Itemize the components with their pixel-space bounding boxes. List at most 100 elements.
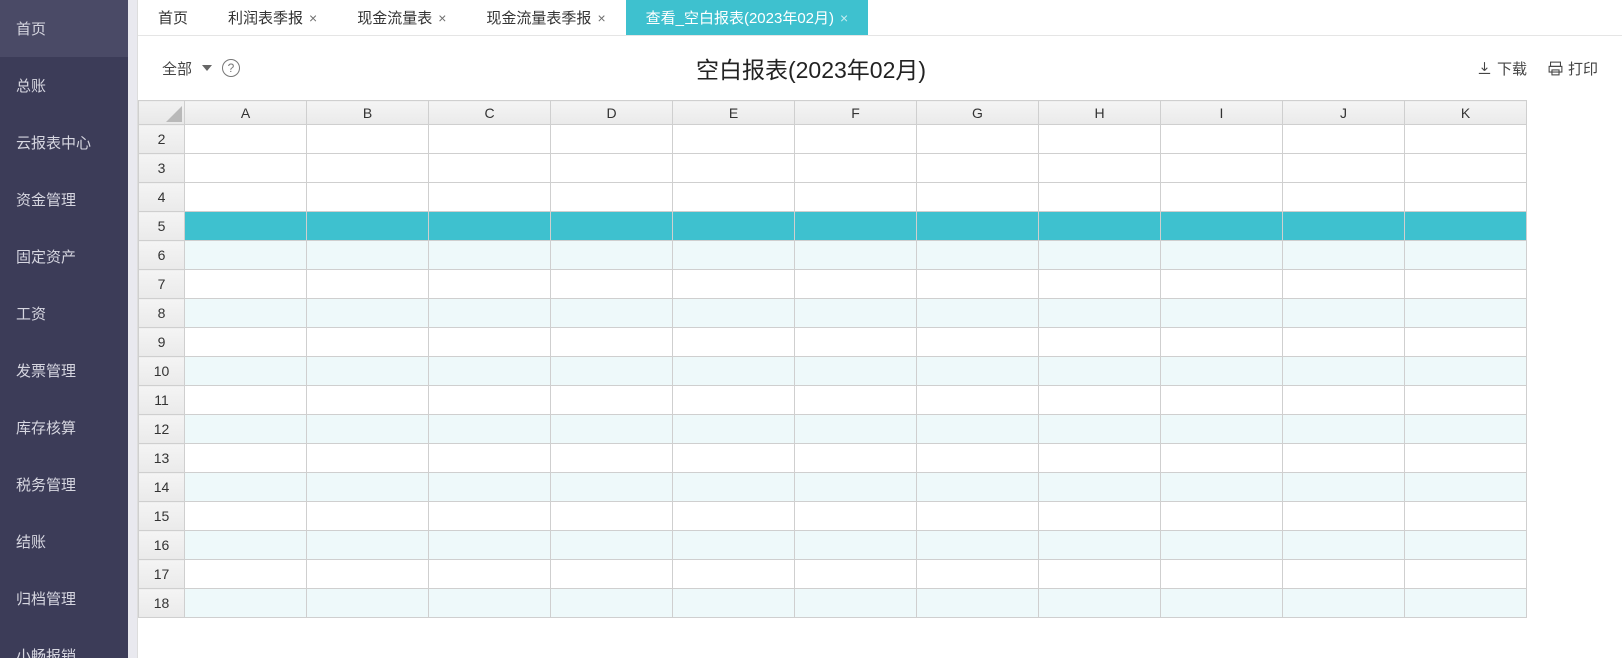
sidebar-item-payroll[interactable]: 工资 <box>0 285 128 342</box>
cell[interactable] <box>1039 270 1161 299</box>
sidebar-item-tax[interactable]: 税务管理 <box>0 456 128 513</box>
cell[interactable] <box>1283 386 1405 415</box>
cell[interactable] <box>673 531 795 560</box>
cell[interactable] <box>795 473 917 502</box>
sidebar-item-expense[interactable]: 小畅报销 <box>0 627 128 658</box>
cell[interactable] <box>1405 589 1527 618</box>
cell[interactable] <box>429 357 551 386</box>
sidebar-item-archive[interactable]: 归档管理 <box>0 570 128 627</box>
cell[interactable] <box>917 328 1039 357</box>
cell[interactable] <box>1283 125 1405 154</box>
cell[interactable] <box>429 299 551 328</box>
cell[interactable] <box>1161 560 1283 589</box>
row-header[interactable]: 14 <box>139 473 185 502</box>
cell[interactable] <box>429 125 551 154</box>
cell[interactable] <box>1405 270 1527 299</box>
cell[interactable] <box>795 589 917 618</box>
row-header[interactable]: 9 <box>139 328 185 357</box>
cell[interactable] <box>185 415 307 444</box>
cell[interactable] <box>1405 473 1527 502</box>
cell[interactable] <box>551 241 673 270</box>
cell[interactable] <box>429 502 551 531</box>
column-header[interactable]: K <box>1405 101 1527 125</box>
close-icon[interactable]: × <box>840 10 848 26</box>
cell[interactable] <box>429 154 551 183</box>
row-header[interactable]: 6 <box>139 241 185 270</box>
cell[interactable] <box>917 357 1039 386</box>
cell[interactable] <box>673 212 795 241</box>
row-header[interactable]: 8 <box>139 299 185 328</box>
cell[interactable] <box>551 502 673 531</box>
close-icon[interactable]: × <box>597 10 605 26</box>
cell[interactable] <box>795 531 917 560</box>
sidebar-item-home[interactable]: 首页 <box>0 0 128 57</box>
cell[interactable] <box>551 357 673 386</box>
row-header[interactable]: 15 <box>139 502 185 531</box>
sidebar-item-funds[interactable]: 资金管理 <box>0 171 128 228</box>
cell[interactable] <box>307 125 429 154</box>
cell[interactable] <box>673 357 795 386</box>
row-header[interactable]: 3 <box>139 154 185 183</box>
cell[interactable] <box>1039 589 1161 618</box>
cell[interactable] <box>795 502 917 531</box>
cell[interactable] <box>1283 241 1405 270</box>
cell[interactable] <box>917 154 1039 183</box>
sidebar-item-fixed-assets[interactable]: 固定资产 <box>0 228 128 285</box>
cell[interactable] <box>1283 444 1405 473</box>
cell[interactable] <box>1405 328 1527 357</box>
sidebar-item-invoice[interactable]: 发票管理 <box>0 342 128 399</box>
cell[interactable] <box>307 241 429 270</box>
cell[interactable] <box>307 415 429 444</box>
cell[interactable] <box>1039 212 1161 241</box>
cell[interactable] <box>185 299 307 328</box>
cell[interactable] <box>917 212 1039 241</box>
cell[interactable] <box>673 473 795 502</box>
cell[interactable] <box>1283 299 1405 328</box>
cell[interactable] <box>1039 531 1161 560</box>
cell[interactable] <box>795 299 917 328</box>
cell[interactable] <box>673 241 795 270</box>
cell[interactable] <box>1405 560 1527 589</box>
cell[interactable] <box>185 125 307 154</box>
row-header[interactable]: 5 <box>139 212 185 241</box>
cell[interactable] <box>551 589 673 618</box>
cell[interactable] <box>551 473 673 502</box>
cell[interactable] <box>1405 444 1527 473</box>
cell[interactable] <box>917 560 1039 589</box>
cell[interactable] <box>185 357 307 386</box>
tab-view-blank-report[interactable]: 查看_空白报表(2023年02月)× <box>626 0 869 35</box>
cell[interactable] <box>307 502 429 531</box>
cell[interactable] <box>917 183 1039 212</box>
cell[interactable] <box>1039 560 1161 589</box>
cell[interactable] <box>673 154 795 183</box>
cell[interactable] <box>429 386 551 415</box>
cell[interactable] <box>673 444 795 473</box>
cell[interactable] <box>917 241 1039 270</box>
cell[interactable] <box>795 183 917 212</box>
cell[interactable] <box>307 473 429 502</box>
cell[interactable] <box>307 154 429 183</box>
cell[interactable] <box>1161 270 1283 299</box>
column-header[interactable]: H <box>1039 101 1161 125</box>
cell[interactable] <box>185 560 307 589</box>
cell[interactable] <box>673 328 795 357</box>
tab-cashflow-quarterly[interactable]: 现金流量表季报× <box>466 0 625 35</box>
cell[interactable] <box>673 386 795 415</box>
cell[interactable] <box>917 502 1039 531</box>
cell[interactable] <box>551 386 673 415</box>
cell[interactable] <box>1039 473 1161 502</box>
row-header[interactable]: 18 <box>139 589 185 618</box>
cell[interactable] <box>1405 502 1527 531</box>
tab-cashflow[interactable]: 现金流量表× <box>337 0 466 35</box>
cell[interactable] <box>185 270 307 299</box>
cell[interactable] <box>1039 241 1161 270</box>
cell[interactable] <box>1039 357 1161 386</box>
cell[interactable] <box>1405 531 1527 560</box>
cell[interactable] <box>917 270 1039 299</box>
cell[interactable] <box>1161 473 1283 502</box>
cell[interactable] <box>917 531 1039 560</box>
select-all-corner[interactable] <box>139 101 185 125</box>
cell[interactable] <box>1039 444 1161 473</box>
row-header[interactable]: 11 <box>139 386 185 415</box>
cell[interactable] <box>1283 357 1405 386</box>
